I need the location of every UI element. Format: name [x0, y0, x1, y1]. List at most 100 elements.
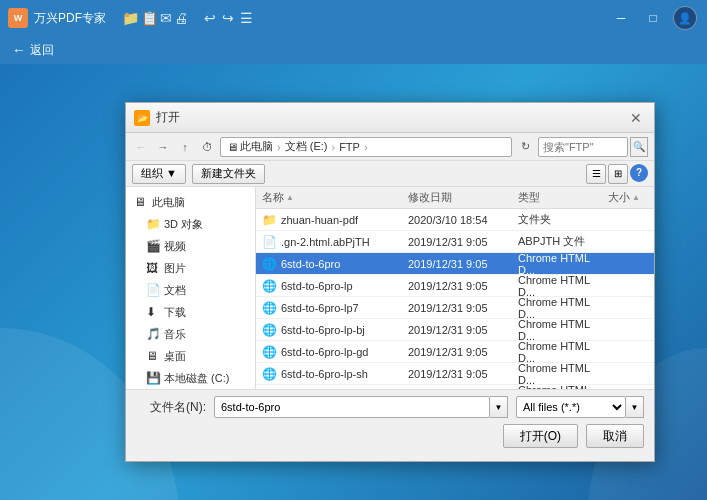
file-icon: 📄: [262, 235, 277, 249]
new-folder-button[interactable]: 新建文件夹: [192, 164, 265, 184]
file-date: 2019/12/31 9:05: [404, 346, 514, 358]
title-bar: W 万兴PDF专家 📁 📋 ✉ 🖨 ↩ ↪ ☰ ─ □ ✕: [0, 0, 707, 36]
tree-item-downloads[interactable]: ⬇ 下载: [126, 301, 255, 323]
nav-recent-button[interactable]: ⏱: [198, 138, 216, 156]
mail-icon[interactable]: ✉: [160, 10, 172, 26]
dialog-close-button[interactable]: ✕: [626, 108, 646, 128]
tree-item-pc[interactable]: 🖥 此电脑: [126, 191, 255, 213]
view-details-button[interactable]: ☰: [586, 164, 606, 184]
file-icon: 🌐: [262, 279, 277, 293]
filename-dropdown-button[interactable]: ▼: [490, 396, 508, 418]
file-icon: 🌐: [262, 257, 277, 271]
file-icon: 🌐: [262, 345, 277, 359]
file-name: 6std-to-6pro-lp: [281, 280, 353, 292]
main-content: 📂 打开 ✕ ← → ↑ ⏱ 🖥 此电脑 › 文档 (E:) › FTP › ↻…: [0, 64, 707, 500]
nav-back-button[interactable]: ←: [132, 138, 150, 156]
file-icon: 🌐: [262, 301, 277, 315]
file-item[interactable]: 🌐 6std-to-6pro-lp 2019/12/31 9:05 Chrome…: [256, 275, 654, 297]
nav-up-button[interactable]: ↑: [176, 138, 194, 156]
file-item[interactable]: 🌐 6std-to-6pro-lp-sh 2019/12/31 9:05 Chr…: [256, 363, 654, 385]
minimize-button[interactable]: ─: [607, 7, 635, 29]
sort-size-icon: ▲: [632, 193, 640, 202]
dialog-app-icon: 📂: [134, 110, 150, 126]
back-arrow-icon: ←: [12, 42, 26, 58]
ok-button[interactable]: 打开(O): [503, 424, 578, 448]
undo-icon[interactable]: ↩: [204, 10, 216, 26]
tree-item-3d[interactable]: 📁 3D 对象: [126, 213, 255, 235]
file-type: Chrome HTML D...: [514, 296, 604, 320]
file-name: 6std-to-6pro-lp-bj: [281, 324, 365, 336]
images-icon: 🖼: [146, 261, 160, 275]
filename-input[interactable]: [214, 396, 490, 418]
dialog-action-bar: 组织 ▼ 新建文件夹 ☰ ⊞ ?: [126, 161, 654, 187]
menu-icon[interactable]: ☰: [240, 10, 253, 26]
search-bar: 🔍: [538, 137, 648, 157]
app-icon: W: [8, 8, 28, 28]
file-item[interactable]: 🌐 6std-to-6pro 2019/12/31 9:05 Chrome HT…: [256, 253, 654, 275]
file-name: 6std-to-6pro: [281, 258, 340, 270]
organize-button[interactable]: 组织 ▼: [132, 164, 186, 184]
video-icon: 🎬: [146, 239, 160, 253]
file-item[interactable]: 🌐 6std-to-6pro-lp-bj 2019/12/31 9:05 Chr…: [256, 319, 654, 341]
pc-icon: 🖥: [134, 195, 148, 209]
breadcrumb-ftp: FTP: [339, 141, 360, 153]
col-header-type[interactable]: 类型: [514, 190, 604, 205]
redo-icon[interactable]: ↪: [222, 10, 234, 26]
filetype-dropdown-button[interactable]: ▼: [626, 396, 644, 418]
filename-row: 文件名(N): ▼ All files (*.*) ▼: [136, 396, 644, 418]
file-type: Chrome HTML D...: [514, 340, 604, 364]
breadcrumb-this-pc: 此电脑: [240, 139, 273, 154]
copy-icon[interactable]: 📋: [141, 10, 158, 26]
col-header-date[interactable]: 修改日期: [404, 190, 514, 205]
file-date: 2019/12/31 9:05: [404, 236, 514, 248]
new-folder-label: 新建文件夹: [201, 166, 256, 181]
help-button[interactable]: ?: [630, 164, 648, 182]
maximize-button[interactable]: □: [639, 7, 667, 29]
file-item[interactable]: 📁 zhuan-huan-pdf 2020/3/10 18:54 文件夹: [256, 209, 654, 231]
action-row: 打开(O) 取消: [136, 424, 644, 448]
tree-item-images[interactable]: 🖼 图片: [126, 257, 255, 279]
view-tiles-button[interactable]: ⊞: [608, 164, 628, 184]
dialog-body: 🖥 此电脑 📁 3D 对象 🎬 视频 🖼 图片 📄 文档: [126, 187, 654, 389]
breadcrumb-home-icon: 🖥: [227, 141, 238, 153]
print-icon[interactable]: 🖨: [174, 10, 188, 26]
file-date: 2019/12/31 9:05: [404, 368, 514, 380]
back-toolbar: ← 返回 👤: [0, 36, 707, 64]
tree-item-local-c[interactable]: 💾 本地磁盘 (C:): [126, 367, 255, 389]
avatar[interactable]: 👤: [673, 6, 697, 30]
folder-icon[interactable]: 📁: [122, 10, 139, 26]
file-type: 文件夹: [514, 212, 604, 227]
filename-label: 文件名(N):: [136, 399, 206, 416]
file-name: .gn-2.html.abPjTH: [281, 236, 370, 248]
col-header-size[interactable]: 大小 ▲: [604, 190, 654, 205]
tree-item-docs[interactable]: 📄 文档: [126, 279, 255, 301]
filetype-select[interactable]: All files (*.*): [516, 396, 626, 418]
breadcrumb-docs: 文档 (E:): [285, 139, 328, 154]
file-icon: 🌐: [262, 323, 277, 337]
search-input[interactable]: [538, 137, 628, 157]
col-header-name[interactable]: 名称 ▲: [256, 190, 404, 205]
file-item[interactable]: 🌐 6std-to-6pro-lp7 2019/12/31 9:05 Chrom…: [256, 297, 654, 319]
docs-icon: 📄: [146, 283, 160, 297]
file-date: 2020/3/10 18:54: [404, 214, 514, 226]
back-button[interactable]: ← 返回: [12, 42, 54, 59]
app-title: 万兴PDF专家: [34, 10, 106, 27]
file-item[interactable]: 🌐 6std-to-6pro-lp-gd 2019/12/31 9:05 Chr…: [256, 341, 654, 363]
file-date: 2019/12/31 9:05: [404, 324, 514, 336]
cancel-button[interactable]: 取消: [586, 424, 644, 448]
music-icon: 🎵: [146, 327, 160, 341]
tree-item-video[interactable]: 🎬 视频: [126, 235, 255, 257]
tree-item-music[interactable]: 🎵 音乐: [126, 323, 255, 345]
nav-forward-button[interactable]: →: [154, 138, 172, 156]
file-item[interactable]: 📄 .gn-2.html.abPjTH 2019/12/31 9:05 ABPJ…: [256, 231, 654, 253]
sort-name-icon: ▲: [286, 193, 294, 202]
file-type: Chrome HTML D...: [514, 318, 604, 342]
file-date: 2019/12/31 9:05: [404, 280, 514, 292]
organize-label: 组织 ▼: [141, 166, 177, 181]
breadcrumb[interactable]: 🖥 此电脑 › 文档 (E:) › FTP ›: [220, 137, 512, 157]
refresh-button[interactable]: ↻: [516, 138, 534, 156]
search-button[interactable]: 🔍: [630, 137, 648, 157]
tree-item-desktop[interactable]: 🖥 桌面: [126, 345, 255, 367]
dialog-bottom: 文件名(N): ▼ All files (*.*) ▼ 打开(O) 取消: [126, 389, 654, 461]
file-icon: 🌐: [262, 367, 277, 381]
